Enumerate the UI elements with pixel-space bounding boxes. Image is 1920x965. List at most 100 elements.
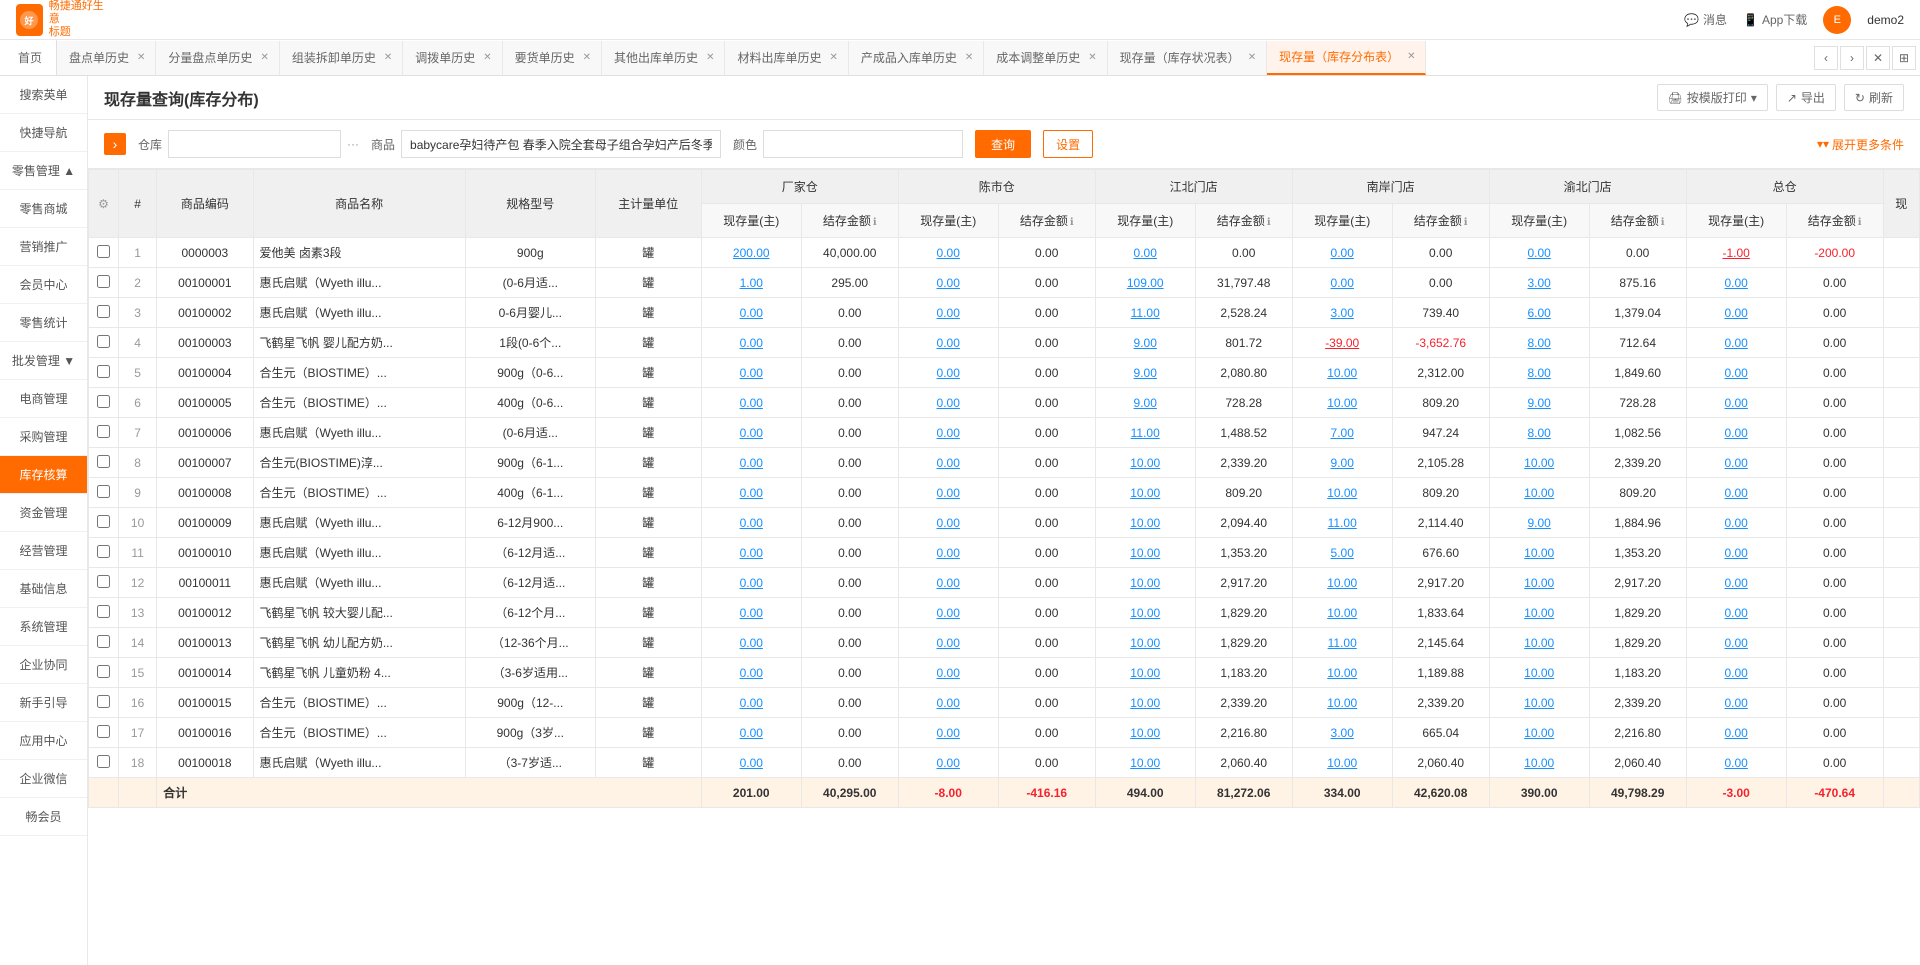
sidebar-item-inventory[interactable]: 库存核算	[0, 456, 87, 494]
cell-c-stock[interactable]: 0.00	[898, 748, 998, 778]
warehouse-input[interactable]	[168, 130, 341, 158]
cell-na-stock[interactable]: 0.00	[1292, 238, 1392, 268]
cell-yb-stock[interactable]: 10.00	[1489, 538, 1589, 568]
cell-c-stock[interactable]: 0.00	[898, 658, 998, 688]
tab-close-stocktake[interactable]: ✕	[137, 52, 145, 63]
cell-c-stock[interactable]: 0.00	[898, 358, 998, 388]
cell-c-stock[interactable]: 0.00	[898, 538, 998, 568]
tab-prev-btn[interactable]: ‹	[1814, 46, 1838, 70]
cell-jb-stock[interactable]: 10.00	[1095, 718, 1195, 748]
cell-t-stock[interactable]: 0.00	[1686, 478, 1786, 508]
row-checkbox[interactable]	[97, 605, 110, 618]
cell-t-stock[interactable]: -1.00	[1686, 238, 1786, 268]
sidebar-item-retail-mgmt[interactable]: 零售管理 ▲	[0, 152, 87, 190]
cell-na-stock[interactable]: 5.00	[1292, 538, 1392, 568]
sidebar-item-guide[interactable]: 新手引导	[0, 684, 87, 722]
cell-c-stock[interactable]: 0.00	[898, 268, 998, 298]
cell-na-stock[interactable]: 10.00	[1292, 478, 1392, 508]
tab-cost-adjust[interactable]: 成本调整单历史 ✕	[984, 41, 1107, 75]
cell-check[interactable]	[89, 568, 119, 598]
tab-split-stocktake[interactable]: 分量盘点单历史 ✕	[156, 41, 279, 75]
search-btn[interactable]: 查询	[975, 130, 1031, 158]
sidebar-item-purchase[interactable]: 采购管理	[0, 418, 87, 456]
sidebar-item-basic[interactable]: 基础信息	[0, 570, 87, 608]
cell-check[interactable]	[89, 538, 119, 568]
cell-t-stock[interactable]: 0.00	[1686, 328, 1786, 358]
tab-close-assembly[interactable]: ✕	[384, 52, 392, 63]
row-checkbox[interactable]	[97, 395, 110, 408]
cell-check[interactable]	[89, 628, 119, 658]
sidebar-item-finance[interactable]: 资金管理	[0, 494, 87, 532]
cell-yb-stock[interactable]: 8.00	[1489, 418, 1589, 448]
cell-jb-stock[interactable]: 109.00	[1095, 268, 1195, 298]
print-btn[interactable]: 🖨 按模版打印 ▾	[1657, 84, 1768, 111]
cell-check[interactable]	[89, 508, 119, 538]
tab-close-split[interactable]: ✕	[260, 52, 268, 63]
cell-yb-stock[interactable]: 8.00	[1489, 358, 1589, 388]
tab-home[interactable]: 首页	[4, 40, 57, 76]
cell-check[interactable]	[89, 358, 119, 388]
cell-f-stock[interactable]: 200.00	[701, 238, 801, 268]
tab-close-all-btn[interactable]: ✕	[1866, 46, 1890, 70]
row-checkbox[interactable]	[97, 665, 110, 678]
cell-na-stock[interactable]: 0.00	[1292, 268, 1392, 298]
cell-jb-stock[interactable]: 0.00	[1095, 238, 1195, 268]
tab-other-outbound[interactable]: 其他出库单历史 ✕	[602, 41, 725, 75]
cell-jb-stock[interactable]: 10.00	[1095, 658, 1195, 688]
cell-c-stock[interactable]: 0.00	[898, 598, 998, 628]
cell-f-stock[interactable]: 0.00	[701, 508, 801, 538]
cell-yb-stock[interactable]: 10.00	[1489, 658, 1589, 688]
cell-c-stock[interactable]: 0.00	[898, 448, 998, 478]
cell-check[interactable]	[89, 388, 119, 418]
row-checkbox[interactable]	[97, 365, 110, 378]
cell-t-stock[interactable]: 0.00	[1686, 628, 1786, 658]
cell-check[interactable]	[89, 328, 119, 358]
cell-c-stock[interactable]: 0.00	[898, 328, 998, 358]
cell-c-stock[interactable]: 0.00	[898, 568, 998, 598]
cell-c-stock[interactable]: 0.00	[898, 688, 998, 718]
row-checkbox[interactable]	[97, 545, 110, 558]
row-checkbox[interactable]	[97, 695, 110, 708]
row-checkbox[interactable]	[97, 335, 110, 348]
cell-check[interactable]	[89, 688, 119, 718]
expand-btn[interactable]: ▾▾ 展开更多条件	[1817, 136, 1904, 153]
tab-close-material[interactable]: ✕	[829, 52, 837, 63]
cell-jb-stock[interactable]: 10.00	[1095, 688, 1195, 718]
cell-jb-stock[interactable]: 10.00	[1095, 598, 1195, 628]
cell-yb-stock[interactable]: 0.00	[1489, 238, 1589, 268]
tab-close-transfer[interactable]: ✕	[483, 52, 491, 63]
cell-f-stock[interactable]: 0.00	[701, 298, 801, 328]
filter-collapse-btn[interactable]: ›	[104, 133, 126, 155]
cell-yb-stock[interactable]: 10.00	[1489, 478, 1589, 508]
sidebar-item-member[interactable]: 会员中心	[0, 266, 87, 304]
cell-c-stock[interactable]: 0.00	[898, 238, 998, 268]
cell-f-stock[interactable]: 0.00	[701, 748, 801, 778]
sidebar-item-wholesale[interactable]: 批发管理 ▼	[0, 342, 87, 380]
cell-f-stock[interactable]: 0.00	[701, 538, 801, 568]
cell-f-stock[interactable]: 0.00	[701, 388, 801, 418]
cell-c-stock[interactable]: 0.00	[898, 418, 998, 448]
row-checkbox[interactable]	[97, 755, 110, 768]
cell-na-stock[interactable]: 10.00	[1292, 748, 1392, 778]
cell-jb-stock[interactable]: 10.00	[1095, 538, 1195, 568]
tab-expand-btn[interactable]: ⊞	[1892, 46, 1916, 70]
cell-jb-stock[interactable]: 9.00	[1095, 328, 1195, 358]
cell-na-stock[interactable]: 10.00	[1292, 358, 1392, 388]
cell-f-stock[interactable]: 0.00	[701, 658, 801, 688]
cell-f-stock[interactable]: 0.00	[701, 358, 801, 388]
color-input[interactable]	[763, 130, 963, 158]
cell-c-stock[interactable]: 0.00	[898, 718, 998, 748]
cell-f-stock[interactable]: 0.00	[701, 718, 801, 748]
row-checkbox[interactable]	[97, 515, 110, 528]
refresh-btn[interactable]: ↻ 刷新	[1844, 84, 1904, 111]
cell-jb-stock[interactable]: 11.00	[1095, 298, 1195, 328]
tab-close-product[interactable]: ✕	[965, 52, 973, 63]
cell-t-stock[interactable]: 0.00	[1686, 688, 1786, 718]
cell-t-stock[interactable]: 0.00	[1686, 658, 1786, 688]
cell-c-stock[interactable]: 0.00	[898, 508, 998, 538]
app-download-btn[interactable]: 📱 App下载	[1743, 11, 1807, 28]
cell-jb-stock[interactable]: 10.00	[1095, 748, 1195, 778]
sidebar-item-retail-mall[interactable]: 零售商城	[0, 190, 87, 228]
cell-t-stock[interactable]: 0.00	[1686, 748, 1786, 778]
cell-yb-stock[interactable]: 10.00	[1489, 718, 1589, 748]
